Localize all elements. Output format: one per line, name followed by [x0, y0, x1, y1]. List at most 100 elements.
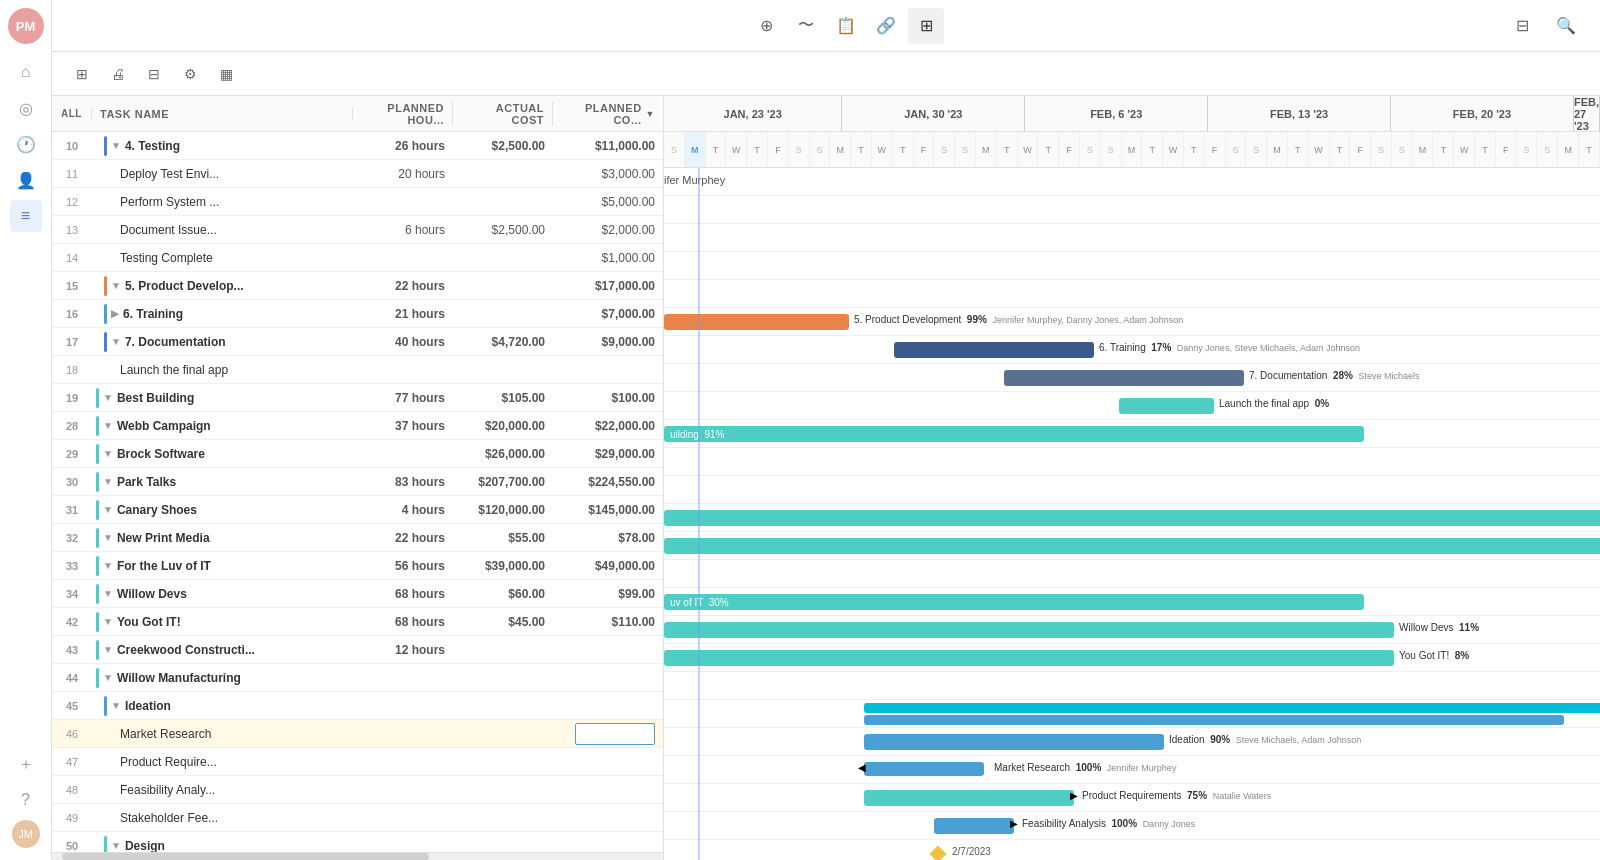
table-btn[interactable]: ▦	[212, 60, 240, 88]
sort-icon[interactable]: ▼	[646, 109, 655, 119]
gantt-bar-canary[interactable]: Canary Shoes 54%	[664, 538, 1600, 554]
group-btn[interactable]: ⊞	[68, 60, 96, 88]
task-row[interactable]: 11 Deploy Test Envi... 20 hours $3,000.0…	[52, 160, 663, 188]
task-row[interactable]: 42 ▼ You Got IT! 68 hours $45.00 $110.00	[52, 608, 663, 636]
gantt-bar-luv-it[interactable]: uv of IT 30%	[664, 594, 1364, 610]
date-group: JAN, 23 '23	[664, 96, 842, 131]
task-row[interactable]: 30 ▼ Park Talks 83 hours $207,700.00 $22…	[52, 468, 663, 496]
gantt-row	[664, 196, 1600, 224]
link-btn[interactable]: 🔗	[868, 8, 904, 44]
task-row[interactable]: 49 Stakeholder Fee...	[52, 804, 663, 832]
task-row[interactable]: 43 ▼ Creekwood Constructi... 12 hours	[52, 636, 663, 664]
task-row[interactable]: 50 ▼ Design	[52, 832, 663, 852]
row-num: 47	[52, 756, 92, 768]
task-row[interactable]: 18 Launch the final app	[52, 356, 663, 384]
filter-btn[interactable]: ⊟	[1504, 8, 1540, 44]
expand-icon[interactable]: ▼	[103, 504, 113, 515]
expand-icon[interactable]: ▼	[111, 700, 121, 711]
expand-icon[interactable]: ▼	[111, 140, 121, 151]
task-row[interactable]: 17 ▼ 7. Documentation 40 hours $4,720.00…	[52, 328, 663, 356]
print-btn[interactable]: 🖨	[104, 60, 132, 88]
task-row[interactable]: 14 Testing Complete $1,000.00	[52, 244, 663, 272]
task-row[interactable]: 28 ▼ Webb Campaign 37 hours $20,000.00 $…	[52, 412, 663, 440]
gantt-bar-you-got-it[interactable]: You Got IT! 8%	[664, 650, 1394, 666]
gantt-bar-feasibility[interactable]: ▶	[934, 818, 1014, 834]
expand-icon[interactable]: ▼	[111, 336, 121, 347]
planned-cost-cell[interactable]	[553, 723, 663, 745]
task-row[interactable]: 34 ▼ Willow Devs 68 hours $60.00 $99.00	[52, 580, 663, 608]
gantt-bar-training[interactable]: 6. Training 17% Danny Jones, Steve Micha…	[894, 342, 1094, 358]
task-row[interactable]: 19 ▼ Best Building 77 hours $105.00 $100…	[52, 384, 663, 412]
search-btn[interactable]: 🔍	[1548, 8, 1584, 44]
task-row[interactable]: 31 ▼ Canary Shoes 4 hours $120,000.00 $1…	[52, 496, 663, 524]
nav-home[interactable]: ⌂	[10, 56, 42, 88]
task-name: Market Research	[120, 727, 211, 741]
gantt-btn[interactable]: ⊞	[908, 8, 944, 44]
day-cell: M	[830, 132, 851, 168]
gantt-bar-product-req[interactable]: ▶	[864, 790, 1074, 806]
expand-icon[interactable]: ▼	[103, 644, 113, 655]
wave-btn[interactable]: 〜	[788, 8, 824, 44]
planned-cost-input[interactable]	[575, 723, 655, 745]
expand-icon[interactable]: ▼	[103, 420, 113, 431]
task-name-cell: ▼ For the Luv of IT	[92, 556, 353, 576]
nav-projects[interactable]: 👤	[10, 164, 42, 196]
gantt-bar-willow-devs[interactable]: Willow Devs 11%	[664, 622, 1394, 638]
gantt-bar-documentation[interactable]: 7. Documentation 28% Steve Michaels	[1004, 370, 1244, 386]
gantt-bar-ideation[interactable]: Ideation 90% Steve Michaels, Adam Johnso…	[864, 734, 1164, 750]
day-cell: T	[1142, 132, 1163, 168]
expand-icon[interactable]: ▼	[111, 280, 121, 291]
expand-icon[interactable]: ▼	[103, 476, 113, 487]
settings-btn[interactable]: ⚙	[176, 60, 204, 88]
expand-icon[interactable]: ▶	[111, 308, 119, 319]
row-num: 14	[52, 252, 92, 264]
task-name-cell: ▼ Design	[92, 836, 353, 853]
expand-icon[interactable]: ▼	[103, 532, 113, 543]
expand-icon[interactable]: ▼	[103, 392, 113, 403]
task-row[interactable]: 33 ▼ For the Luv of IT 56 hours $39,000.…	[52, 552, 663, 580]
task-row[interactable]: 44 ▼ Willow Manufacturing	[52, 664, 663, 692]
planned-cost: $11,000.00	[553, 139, 663, 153]
nav-gantt[interactable]: ≡	[10, 200, 42, 232]
gantt-bar-willow-mfg-2[interactable]	[864, 715, 1564, 725]
clipboard-btn[interactable]: 📋	[828, 8, 864, 44]
gantt-bar-best-building[interactable]: uilding 91%	[664, 426, 1364, 442]
gantt-bar-market-research[interactable]: ◀	[864, 762, 984, 776]
expand-icon[interactable]: ▼	[103, 588, 113, 599]
expand-icon[interactable]: ▼	[103, 616, 113, 627]
day-cell: W	[1163, 132, 1184, 168]
day-cell: W	[1018, 132, 1039, 168]
task-row[interactable]: 32 ▼ New Print Media 22 hours $55.00 $78…	[52, 524, 663, 552]
task-row[interactable]: 15 ▼ 5. Product Develop... 22 hours $17,…	[52, 272, 663, 300]
task-name-cell: ▼ 7. Documentation	[92, 332, 353, 352]
gantt-bar-launch[interactable]: Launch the final app 0%	[1119, 398, 1214, 414]
user-avatar[interactable]: JM	[12, 820, 40, 848]
nav-activity[interactable]: ◎	[10, 92, 42, 124]
task-row[interactable]: 12 Perform System ... $5,000.00	[52, 188, 663, 216]
gantt-row	[664, 700, 1600, 728]
expand-icon[interactable]: ▼	[103, 672, 113, 683]
task-name: 5. Product Develop...	[125, 279, 244, 293]
task-row[interactable]: 47 Product Require...	[52, 748, 663, 776]
task-row[interactable]: 10 ▼ 4. Testing 26 hours $2,500.00 $11,0…	[52, 132, 663, 160]
nav-add[interactable]: ＋	[10, 748, 42, 780]
expand-icon[interactable]: ▼	[111, 840, 121, 851]
task-rows: 10 ▼ 4. Testing 26 hours $2,500.00 $11,0…	[52, 132, 663, 852]
gantt-bar-willow-mfg-1[interactable]	[864, 703, 1600, 713]
nav-help[interactable]: ?	[10, 784, 42, 816]
task-row[interactable]: 48 Feasibility Analy...	[52, 776, 663, 804]
task-row[interactable]: 46 Market Research	[52, 720, 663, 748]
nav-time[interactable]: 🕐	[10, 128, 42, 160]
columns-btn[interactable]: ⊟	[140, 60, 168, 88]
col-all-header: ALL	[52, 108, 92, 119]
task-row[interactable]: 16 ▶ 6. Training 21 hours $7,000.00	[52, 300, 663, 328]
expand-icon[interactable]: ▼	[103, 560, 113, 571]
zoom-search-btn[interactable]: ⊕	[748, 8, 784, 44]
gantt-bar-park-talks[interactable]	[664, 510, 1600, 526]
task-row[interactable]: 45 ▼ Ideation	[52, 692, 663, 720]
expand-icon[interactable]: ▼	[103, 448, 113, 459]
task-row[interactable]: 13 Document Issue... 6 hours $2,500.00 $…	[52, 216, 663, 244]
day-cell[interactable]: M	[685, 132, 706, 168]
task-row[interactable]: 29 ▼ Brock Software $26,000.00 $29,000.0…	[52, 440, 663, 468]
gantt-bar-product-dev[interactable]: 5. Product Development 99% Jennifer Murp…	[664, 314, 849, 330]
